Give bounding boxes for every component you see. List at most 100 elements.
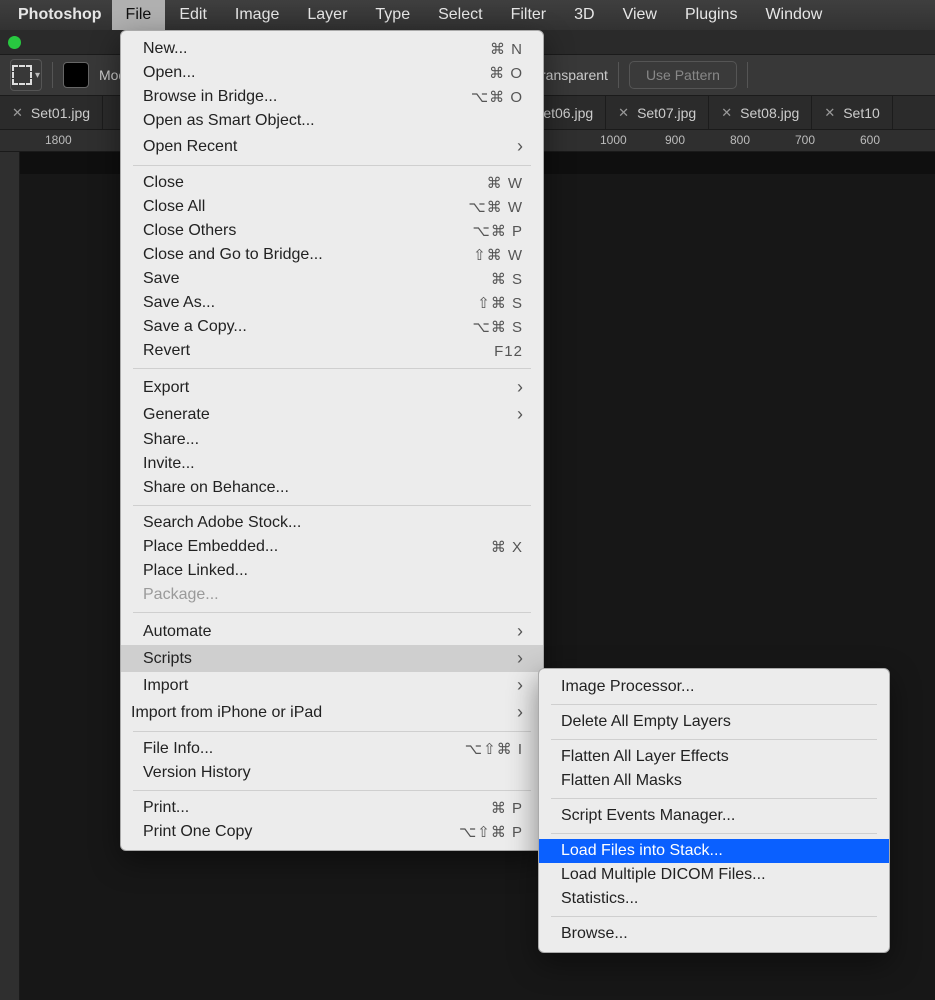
close-icon[interactable]: ✕ — [12, 105, 23, 121]
menu-item-label: Close — [143, 174, 184, 192]
file-menu-item[interactable]: File Info...⌥⇧⌘ I — [121, 737, 543, 761]
menu-item-label: Browse... — [561, 925, 628, 943]
file-menu-item[interactable]: Close ⌘ W — [121, 171, 543, 195]
menu-separator — [551, 798, 877, 799]
menu-edit[interactable]: Edit — [165, 0, 221, 30]
file-menu-item[interactable]: New...⌘ N — [121, 37, 543, 61]
traffic-light-green[interactable] — [8, 36, 21, 49]
file-menu-item[interactable]: Scripts — [121, 645, 543, 672]
menu-separator — [551, 916, 877, 917]
file-menu-item[interactable]: Import from iPhone or iPad — [121, 699, 543, 726]
file-menu-item[interactable]: Open as Smart Object... — [121, 109, 543, 133]
menu-item-label: Place Embedded... — [143, 538, 278, 556]
menu-item-label: Package... — [143, 586, 219, 604]
divider — [52, 62, 53, 88]
menu-file[interactable]: File — [112, 0, 166, 30]
close-icon[interactable]: ✕ — [824, 105, 835, 121]
scripts-menu-item[interactable]: Flatten All Masks — [539, 769, 889, 793]
tab-label: Set07.jpg — [637, 105, 696, 121]
document-tab[interactable]: ✕ Set01.jpg — [0, 96, 103, 129]
file-menu-item[interactable]: Print...⌘ P — [121, 796, 543, 820]
menu-item-label: Flatten All Masks — [561, 772, 682, 790]
file-menu-item[interactable]: Generate — [121, 401, 543, 428]
shortcut-label: ⌥⇧⌘ P — [459, 823, 523, 841]
menu-view[interactable]: View — [609, 0, 671, 30]
menu-separator — [133, 505, 531, 506]
file-menu-item[interactable]: Close and Go to Bridge...⇧⌘ W — [121, 243, 543, 267]
menu-item-label: Load Files into Stack... — [561, 842, 723, 860]
file-menu-item[interactable]: Search Adobe Stock... — [121, 511, 543, 535]
file-menu-item[interactable]: Place Embedded...⌘ X — [121, 535, 543, 559]
close-icon[interactable]: ✕ — [721, 105, 732, 121]
scripts-menu-item[interactable]: Delete All Empty Layers — [539, 710, 889, 734]
use-pattern-button[interactable]: Use Pattern — [629, 61, 737, 89]
scripts-menu-item[interactable]: Statistics... — [539, 887, 889, 911]
scripts-menu-item[interactable]: Script Events Manager... — [539, 804, 889, 828]
menu-item-label: File Info... — [143, 740, 213, 758]
menu-item-label: Save — [143, 270, 179, 288]
file-menu-item[interactable]: Close Others⌥⌘ P — [121, 219, 543, 243]
menu-item-label: Open as Smart Object... — [143, 112, 315, 130]
menu-item-label: Open Recent — [143, 138, 237, 156]
menu-item-label: Search Adobe Stock... — [143, 514, 301, 532]
file-menu-item[interactable]: Share... — [121, 428, 543, 452]
file-menu: New...⌘ NOpen...⌘ OBrowse in Bridge...⌥⌘… — [120, 30, 544, 851]
menu-item-label: Statistics... — [561, 890, 638, 908]
close-icon[interactable]: ✕ — [618, 105, 629, 121]
file-menu-item[interactable]: Version History — [121, 761, 543, 785]
file-menu-item[interactable]: Place Linked... — [121, 559, 543, 583]
scripts-menu-item[interactable]: Browse... — [539, 922, 889, 946]
menu-filter[interactable]: Filter — [497, 0, 561, 30]
scripts-menu-item[interactable]: Load Files into Stack... — [539, 839, 889, 863]
file-menu-item[interactable]: Save As...⇧⌘ S — [121, 291, 543, 315]
scripts-menu-item[interactable]: Flatten All Layer Effects — [539, 745, 889, 769]
menu-item-label: Flatten All Layer Effects — [561, 748, 729, 766]
foreground-swatch[interactable] — [63, 62, 89, 88]
menu-item-label: Generate — [143, 406, 210, 424]
menu-type[interactable]: Type — [361, 0, 424, 30]
menu-item-label: Scripts — [143, 650, 192, 668]
chevron-down-icon: ▾ — [35, 70, 40, 81]
document-tab[interactable]: ✕Set10 — [812, 96, 893, 129]
file-menu-item[interactable]: Invite... — [121, 452, 543, 476]
file-menu-item[interactable]: Close All ⌥⌘ W — [121, 195, 543, 219]
menu-3d[interactable]: 3D — [560, 0, 608, 30]
file-menu-item[interactable]: Save a Copy...⌥⌘ S — [121, 315, 543, 339]
shortcut-label: F12 — [494, 343, 523, 360]
file-menu-item[interactable]: Open Recent — [121, 133, 543, 160]
document-tab[interactable]: ✕ Set07.jpg — [606, 96, 709, 129]
shortcut-label: ⌘ O — [489, 64, 523, 82]
tab-label: Set08.jpg — [740, 105, 799, 121]
menu-separator — [133, 368, 531, 369]
menu-item-label: Automate — [143, 623, 211, 641]
scripts-menu-item[interactable]: Image Processor... — [539, 675, 889, 699]
shortcut-label: ⌘ W — [487, 174, 523, 192]
file-menu-item[interactable]: RevertF12 — [121, 339, 543, 363]
menu-layer[interactable]: Layer — [293, 0, 361, 30]
file-menu-item[interactable]: Automate — [121, 618, 543, 645]
marquee-tool-icon[interactable]: ▾ — [10, 59, 42, 91]
tab-label: Set01.jpg — [31, 105, 90, 121]
shortcut-label: ⌥⌘ W — [468, 198, 523, 216]
menu-item-label: Load Multiple DICOM Files... — [561, 866, 766, 884]
file-menu-item[interactable]: Export — [121, 374, 543, 401]
scripts-menu-item[interactable]: Load Multiple DICOM Files... — [539, 863, 889, 887]
menu-window[interactable]: Window — [751, 0, 836, 30]
file-menu-item[interactable]: Import — [121, 672, 543, 699]
file-menu-item[interactable]: Open...⌘ O — [121, 61, 543, 85]
menu-item-label: Script Events Manager... — [561, 807, 735, 825]
ruler-tick: 900 — [665, 133, 685, 147]
menu-plugins[interactable]: Plugins — [671, 0, 751, 30]
document-tab[interactable]: ✕ Set08.jpg — [709, 96, 812, 129]
file-menu-item[interactable]: Save⌘ S — [121, 267, 543, 291]
menu-item-label: Export — [143, 379, 189, 397]
menu-item-label: Close All — [143, 198, 205, 216]
file-menu-item[interactable]: Browse in Bridge...⌥⌘ O — [121, 85, 543, 109]
file-menu-item[interactable]: Print One Copy⌥⇧⌘ P — [121, 820, 543, 844]
menu-item-label: Save a Copy... — [143, 318, 247, 336]
menu-image[interactable]: Image — [221, 0, 293, 30]
menu-select[interactable]: Select — [424, 0, 496, 30]
menu-item-label: Place Linked... — [143, 562, 248, 580]
shortcut-label: ⇧⌘ S — [477, 294, 523, 312]
file-menu-item[interactable]: Share on Behance... — [121, 476, 543, 500]
